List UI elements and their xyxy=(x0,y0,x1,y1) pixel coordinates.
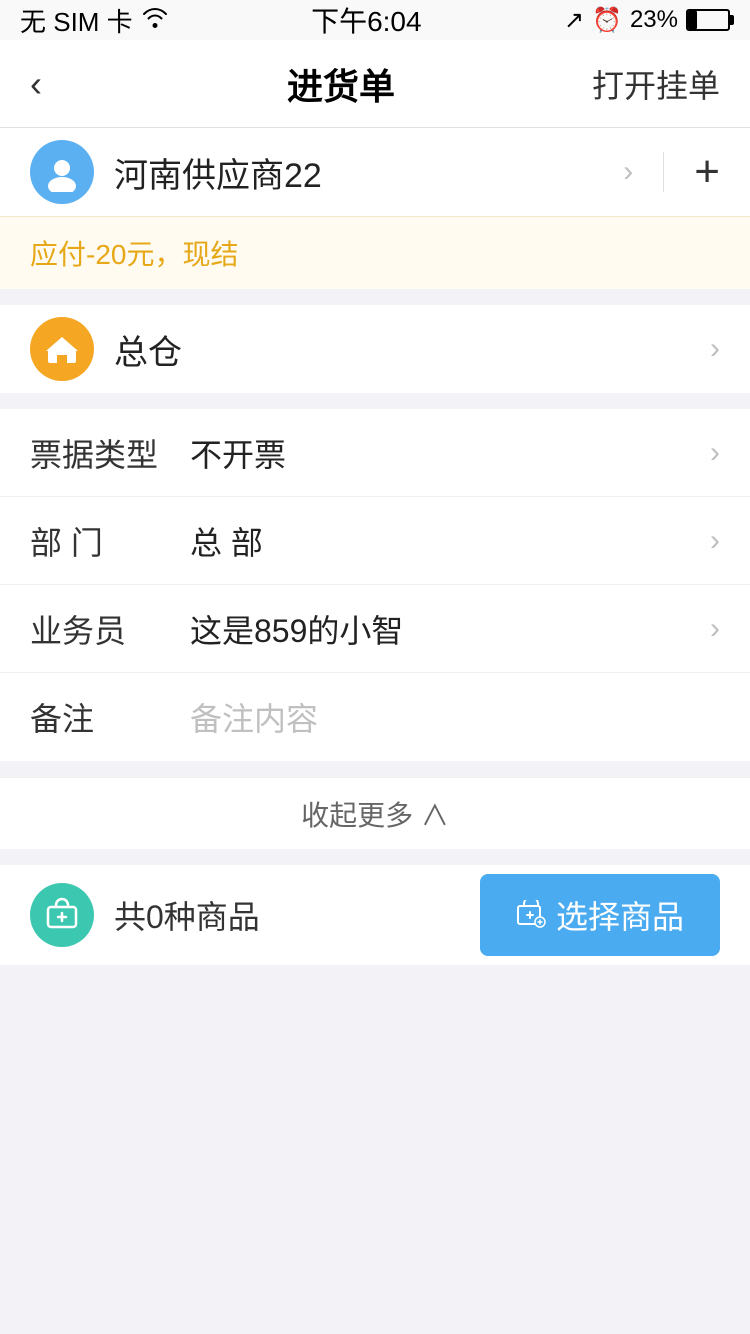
open-pending-button[interactable]: 打开挂单 xyxy=(592,61,720,107)
salesperson-row[interactable]: 业务员 这是859的小智 › xyxy=(0,585,750,673)
salesperson-value: 这是859的小智 xyxy=(190,606,710,652)
salesperson-label: 业务员 xyxy=(30,606,190,652)
bottom-background xyxy=(0,965,750,1265)
warehouse-chevron-icon: › xyxy=(710,332,720,366)
invoice-type-label: 票据类型 xyxy=(30,430,190,476)
product-bar: 共0种商品 选择商品 xyxy=(0,865,750,965)
alert-row: 应付-20元，现结 xyxy=(0,216,750,289)
warehouse-name: 总仓 xyxy=(114,325,710,374)
department-chevron-icon: › xyxy=(710,524,720,558)
warehouse-icon xyxy=(30,317,94,381)
add-supplier-button[interactable]: + xyxy=(694,147,720,197)
department-value: 总 部 xyxy=(190,518,710,564)
select-product-label: 选择商品 xyxy=(556,892,684,938)
invoice-type-row[interactable]: 票据类型 不开票 › xyxy=(0,409,750,497)
main-content: 河南供应商22 › + 应付-20元，现结 总仓 › 票据类型 xyxy=(0,128,750,1265)
status-bar-left: 无 SIM 卡 xyxy=(20,2,169,39)
battery-icon xyxy=(686,9,730,31)
status-bar-right: ↗ ⏰ 23% xyxy=(564,6,730,35)
remarks-placeholder[interactable]: 备注内容 xyxy=(190,694,720,740)
remarks-row[interactable]: 备注 备注内容 xyxy=(0,673,750,761)
supplier-divider xyxy=(663,152,664,192)
carrier-label: 无 SIM 卡 xyxy=(20,2,133,39)
invoice-type-chevron-icon: › xyxy=(710,436,720,470)
supplier-name: 河南供应商22 xyxy=(114,148,623,197)
battery-percent: 23% xyxy=(630,6,678,34)
back-button[interactable]: ‹ xyxy=(30,63,90,105)
supplier-avatar xyxy=(30,140,94,204)
page-title: 进货单 xyxy=(287,58,395,110)
form-section: 票据类型 不开票 › 部 门 总 部 › 业务员 这是859的小智 › 备注 备… xyxy=(0,409,750,761)
collapse-button[interactable]: 收起更多 ∧ xyxy=(301,794,449,834)
warehouse-row[interactable]: 总仓 › xyxy=(0,305,750,393)
supplier-row[interactable]: 河南供应商22 › + xyxy=(0,128,750,216)
warehouse-section: 总仓 › xyxy=(0,305,750,393)
status-bar: 无 SIM 卡 下午6:04 ↗ ⏰ 23% xyxy=(0,0,750,40)
invoice-type-value: 不开票 xyxy=(190,430,710,476)
alarm-icon: ⏰ xyxy=(592,6,622,35)
status-bar-time: 下午6:04 xyxy=(311,0,422,40)
product-count-label: 共0种商品 xyxy=(114,892,480,938)
select-product-button[interactable]: 选择商品 xyxy=(480,874,720,956)
department-label: 部 门 xyxy=(30,518,190,564)
collapse-section: 收起更多 ∧ xyxy=(0,777,750,849)
nav-bar: ‹ 进货单 打开挂单 xyxy=(0,40,750,128)
supplier-chevron-icon: › xyxy=(623,155,633,189)
supplier-section: 河南供应商22 › + 应付-20元，现结 xyxy=(0,128,750,289)
product-icon xyxy=(30,883,94,947)
alert-text: 应付-20元，现结 xyxy=(30,239,238,270)
location-icon: ↗ xyxy=(564,6,584,35)
department-row[interactable]: 部 门 总 部 › xyxy=(0,497,750,585)
remarks-label: 备注 xyxy=(30,694,190,740)
salesperson-chevron-icon: › xyxy=(710,612,720,646)
wifi-icon xyxy=(141,5,169,36)
